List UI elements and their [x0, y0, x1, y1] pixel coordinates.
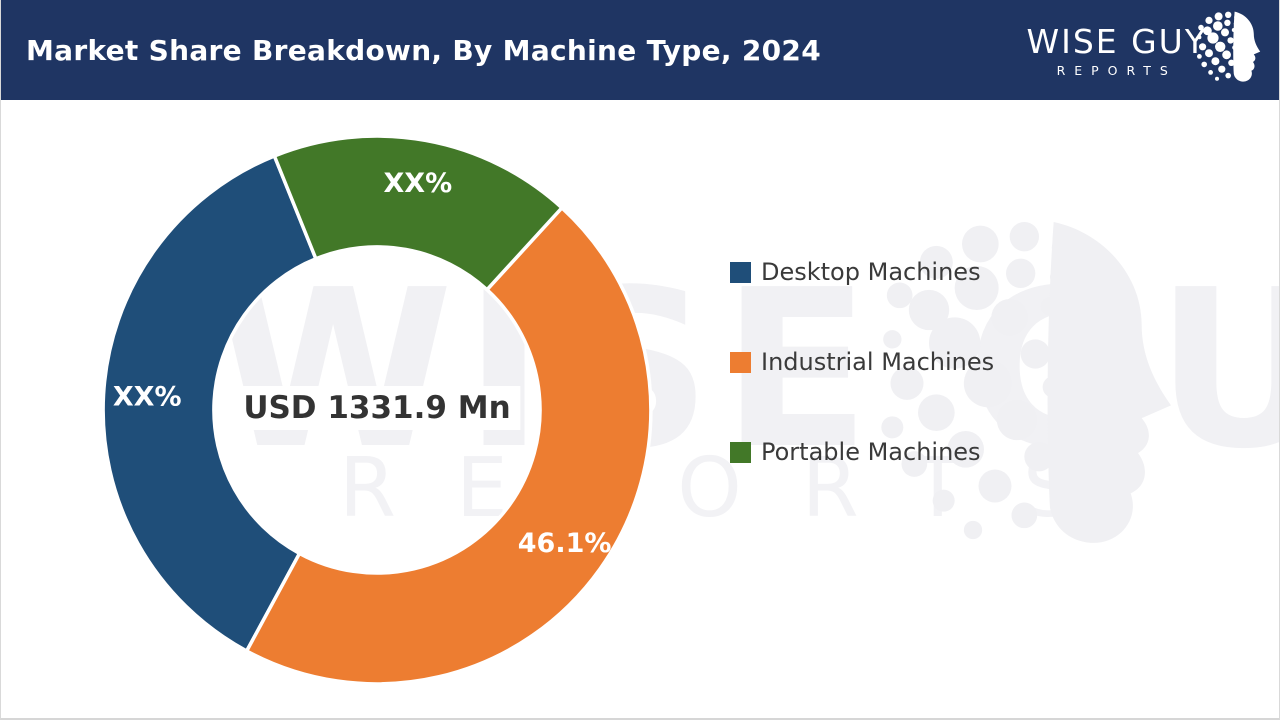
logo-wordmark-main: WISE GUY: [1026, 22, 1207, 61]
legend-label: Industrial Machines: [761, 348, 995, 376]
legend-item-industrial-machines: Industrial Machines: [730, 348, 995, 376]
legend-label: Desktop Machines: [761, 258, 981, 286]
legend-swatch: [730, 351, 751, 373]
page-title: Market Share Breakdown, By Machine Type,…: [26, 33, 821, 67]
logo-wordmark: WISE GUY REPORTS: [1026, 22, 1207, 78]
donut-center-value: USD 1331.9 Mn: [233, 386, 521, 430]
slice-label: XX%: [383, 168, 452, 199]
logo-wordmark-sub: REPORTS: [1056, 63, 1177, 78]
wise-guy-logo: WISE GUY REPORTS: [1026, 10, 1265, 90]
chart-legend: Desktop Machines Industrial Machines Por…: [730, 258, 995, 466]
legend-swatch: [730, 261, 751, 283]
market-share-infographic: Market Share Breakdown, By Machine Type,…: [0, 0, 1280, 720]
legend-item-desktop-machines: Desktop Machines: [730, 258, 994, 286]
legend-item-portable-machines: Portable Machines: [730, 438, 994, 466]
legend-swatch: [730, 441, 751, 463]
legend-label: Portable Machines: [761, 438, 981, 466]
header: Market Share Breakdown, By Machine Type,…: [1, 0, 1279, 100]
slice-label: XX%: [113, 382, 182, 413]
